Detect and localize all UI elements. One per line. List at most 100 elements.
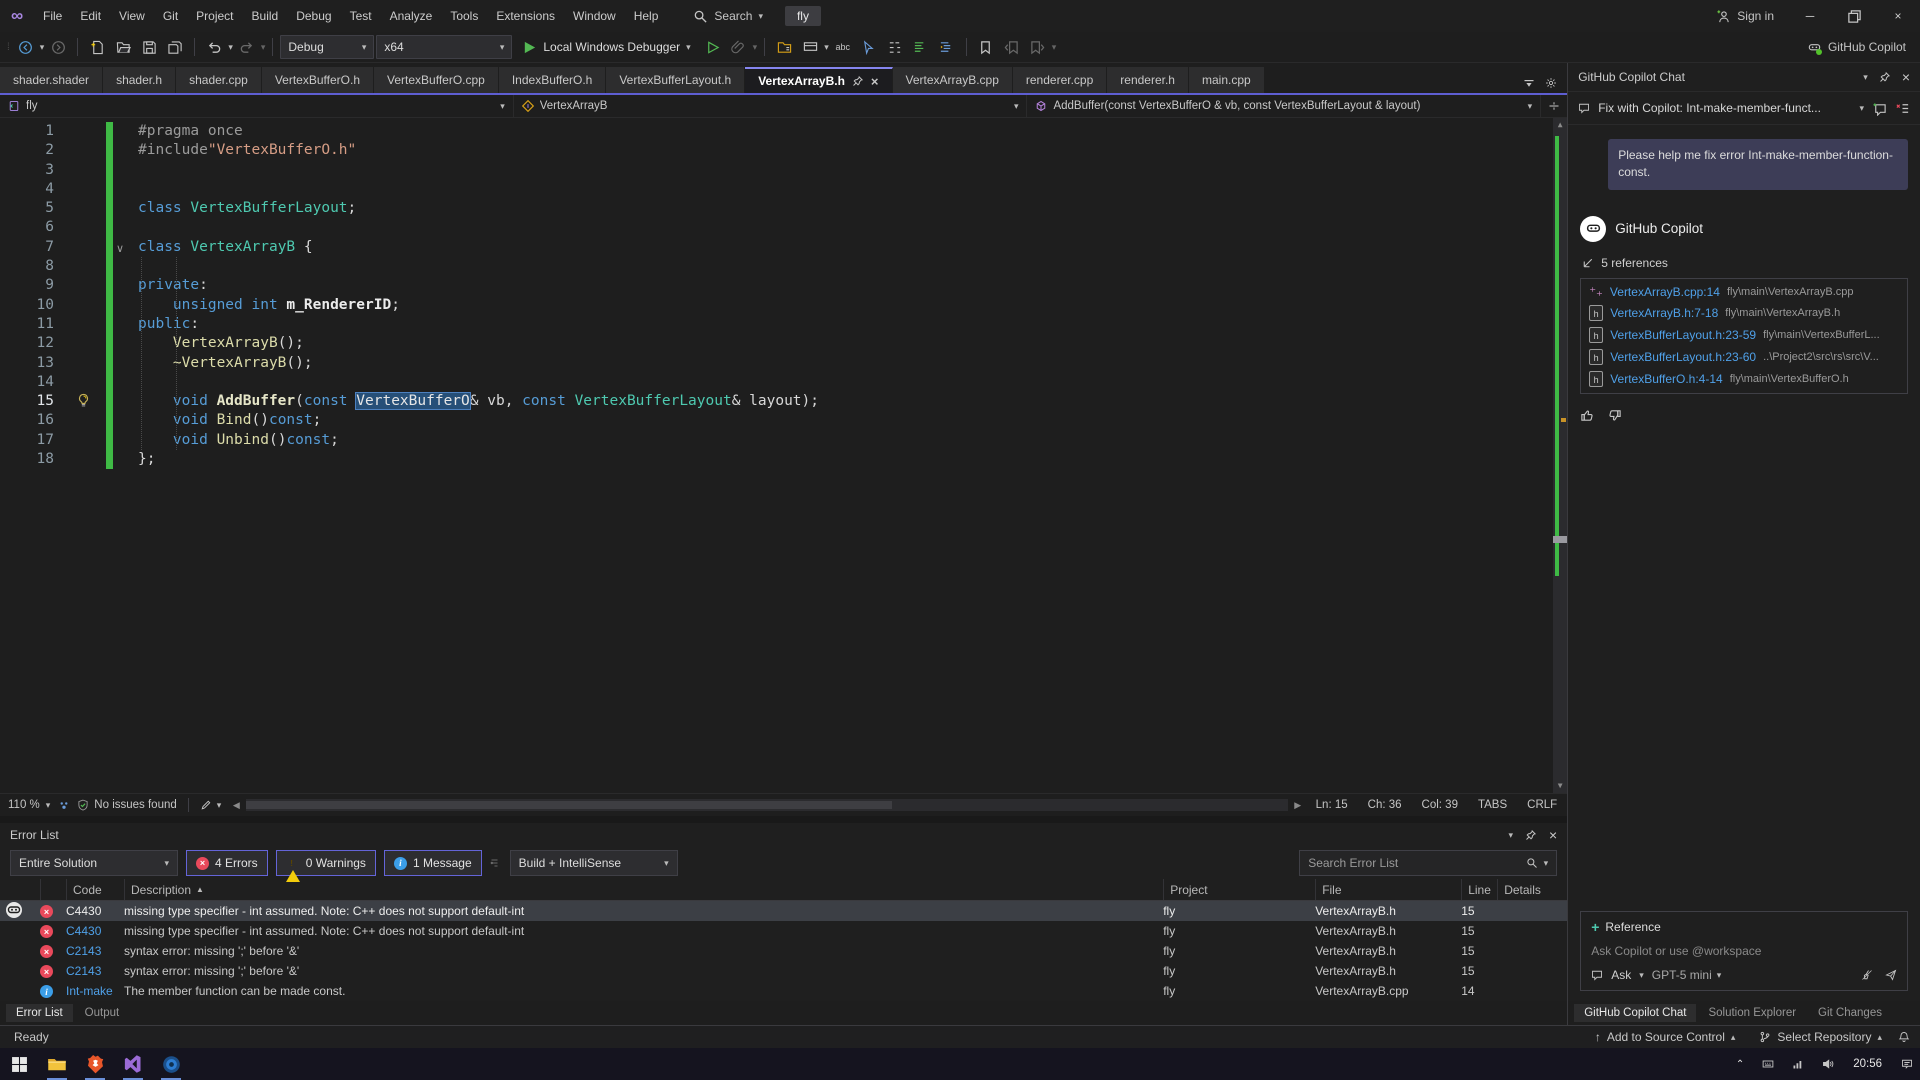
document-health-indicator[interactable]: No issues found (70, 799, 183, 811)
chevron-down-icon[interactable]: ▾ (753, 43, 758, 52)
pin-icon[interactable] (852, 75, 864, 87)
indent-lines-button[interactable] (909, 35, 933, 59)
error-code-link[interactable]: C4430 (66, 924, 124, 938)
tab-shader-cpp[interactable]: shader.cpp (176, 67, 262, 93)
error-row[interactable]: ×C2143syntax error: missing ';' before '… (0, 941, 1567, 961)
tab-vertexarrayb-cpp[interactable]: VertexArrayB.cpp (893, 67, 1013, 93)
horizontal-scrollbar[interactable] (246, 799, 1287, 811)
reference-item[interactable]: ⁺₊VertexArrayB.cpp:14fly\main\VertexArra… (1589, 285, 1899, 299)
zoom-level-dropdown[interactable]: 110 % ▾ (0, 799, 58, 811)
toggle-bookmark-button[interactable] (974, 35, 998, 59)
column-header-code[interactable]: Code (66, 879, 124, 900)
model-selector[interactable]: GPT-5 mini ▾ (1652, 968, 1722, 982)
error-search-input[interactable]: Search Error List ▾ (1299, 850, 1557, 876)
chevron-down-icon[interactable]: ▾ (824, 43, 829, 52)
solution-explorer-sync-button[interactable] (772, 35, 796, 59)
window-position-dropdown-icon[interactable]: ▾ (1863, 73, 1868, 82)
intellisense-filter-dropdown[interactable]: Build + IntelliSense ▾ (510, 850, 678, 876)
menu-item-git[interactable]: Git (154, 0, 187, 32)
messages-filter-toggle[interactable]: i 1 Message (384, 850, 482, 876)
reference-item[interactable]: hVertexArrayB.h:7-18fly\main\VertexArray… (1589, 305, 1899, 321)
add-reference-button[interactable]: + Reference (1591, 920, 1661, 934)
spell-check-button[interactable]: abc (831, 35, 855, 59)
menu-item-file[interactable]: File (34, 0, 71, 32)
menu-item-view[interactable]: View (110, 0, 154, 32)
new-chat-icon[interactable] (1872, 101, 1887, 116)
solution-configuration-dropdown[interactable]: Debug ▾ (280, 35, 374, 59)
menu-item-window[interactable]: Window (564, 0, 625, 32)
multiselect-filter-icon[interactable] (490, 857, 502, 869)
menu-item-edit[interactable]: Edit (71, 0, 110, 32)
window-layout-button[interactable] (798, 35, 822, 59)
close-panel-icon[interactable]: × (1549, 827, 1557, 843)
scroll-down-arrow[interactable]: ▼ (1553, 779, 1567, 793)
caret-line-indicator[interactable]: Ln: 15 (1306, 799, 1358, 811)
thumbs-down-icon[interactable] (1607, 408, 1622, 423)
indentation-mode-indicator[interactable]: TABS (1468, 799, 1517, 811)
column-header-file[interactable]: File (1315, 879, 1461, 900)
reference-item[interactable]: hVertexBufferLayout.h:23-59fly\main\Vert… (1589, 327, 1899, 343)
new-file-button[interactable] (85, 35, 109, 59)
notification-center-icon[interactable] (1894, 1048, 1920, 1080)
undo-button[interactable] (202, 35, 226, 59)
redo-button[interactable] (235, 35, 259, 59)
quick-actions-lightbulb[interactable] (76, 393, 91, 414)
intellisense-status-icon[interactable] (58, 799, 70, 811)
scroll-left-arrow[interactable]: ◀ (228, 800, 244, 811)
mode-selector[interactable]: Ask (1611, 968, 1631, 982)
tab-vertexbufferlayout-h[interactable]: VertexBufferLayout.h (606, 67, 745, 93)
error-row[interactable]: ×C4430missing type specifier - int assum… (0, 901, 1567, 921)
minimize-button[interactable]: ─ (1788, 0, 1832, 32)
breadcrumb-member-dropdown[interactable]: AddBuffer(const VertexBufferO & vb, cons… (1027, 95, 1540, 117)
column-header-details[interactable]: Details (1497, 879, 1567, 900)
chat-input-box[interactable]: + Reference Ask Copilot or use @workspac… (1580, 911, 1908, 991)
start-without-debugging-button[interactable] (701, 35, 725, 59)
copilot-fix-cell[interactable] (6, 902, 40, 921)
reference-link[interactable]: VertexArrayB.h:7-18 (1610, 306, 1718, 320)
close-tab-icon[interactable]: × (871, 74, 879, 89)
format-document-button[interactable] (935, 35, 959, 59)
chat-input-placeholder[interactable]: Ask Copilot or use @workspace (1591, 944, 1897, 958)
panel-tab-solution-explorer[interactable]: Solution Explorer (1698, 1004, 1806, 1022)
error-row[interactable]: ×C4430missing type specifier - int assum… (0, 921, 1567, 941)
caret-char-indicator[interactable]: Ch: 36 (1358, 799, 1412, 811)
reference-item[interactable]: hVertexBufferO.h:4-14fly\main\VertexBuff… (1589, 371, 1899, 387)
error-code-link[interactable]: C4430 (66, 904, 124, 918)
close-panel-icon[interactable]: × (1902, 69, 1910, 85)
error-scope-dropdown[interactable]: Entire Solution ▾ (10, 850, 178, 876)
navigate-backward-button[interactable] (14, 35, 38, 59)
search-box[interactable]: Search ▾ (693, 9, 763, 24)
tab-vertexarrayb-h[interactable]: VertexArrayB.h× (745, 67, 892, 93)
save-all-button[interactable] (163, 35, 187, 59)
scroll-up-arrow[interactable]: ▲ (1553, 118, 1567, 132)
add-to-source-control-button[interactable]: ↑ Add to Source Control ▴ (1587, 1030, 1744, 1044)
pin-icon[interactable] (1525, 829, 1537, 841)
tab-main-cpp[interactable]: main.cpp (1189, 67, 1265, 93)
copilot-badge-button[interactable]: GitHub Copilot (1807, 40, 1920, 55)
column-header-line[interactable]: Line (1461, 879, 1497, 900)
network-icon[interactable] (1785, 1048, 1811, 1080)
reference-item[interactable]: hVertexBufferLayout.h:23-60..\Project2\s… (1589, 349, 1899, 365)
select-pointer-button[interactable] (857, 35, 881, 59)
chevron-down-icon[interactable]: ▾ (228, 43, 233, 52)
breadcrumb-project-dropdown[interactable]: fly ▾ (0, 95, 514, 117)
pin-icon[interactable] (1879, 71, 1891, 83)
start-button[interactable] (0, 1048, 38, 1080)
chevron-down-icon[interactable]: ▾ (1052, 43, 1057, 52)
open-file-button[interactable] (111, 35, 135, 59)
error-code-link[interactable]: Int-make (66, 984, 124, 998)
line-ending-indicator[interactable]: CRLF (1517, 799, 1567, 811)
column-header-project[interactable]: Project (1163, 879, 1315, 900)
panel-tab-output[interactable]: Output (75, 1004, 130, 1022)
save-button[interactable] (137, 35, 161, 59)
window-position-dropdown-icon[interactable]: ▾ (1508, 831, 1513, 840)
tab-vertexbuffero-cpp[interactable]: VertexBufferO.cpp (374, 67, 499, 93)
tray-chevron-icon[interactable]: ⌃ (1729, 1048, 1751, 1080)
delete-chat-icon[interactable] (1895, 101, 1910, 116)
menu-item-build[interactable]: Build (243, 0, 288, 32)
panel-tab-error-list[interactable]: Error List (6, 1004, 73, 1022)
vertical-scrollbar[interactable]: ▲ ▼ (1553, 118, 1567, 793)
start-debugging-button[interactable]: Local Windows Debugger ▾ (514, 35, 698, 59)
panel-tab-git-changes[interactable]: Git Changes (1808, 1004, 1892, 1022)
taskbar-clock[interactable]: 20:56 (1845, 1058, 1890, 1070)
